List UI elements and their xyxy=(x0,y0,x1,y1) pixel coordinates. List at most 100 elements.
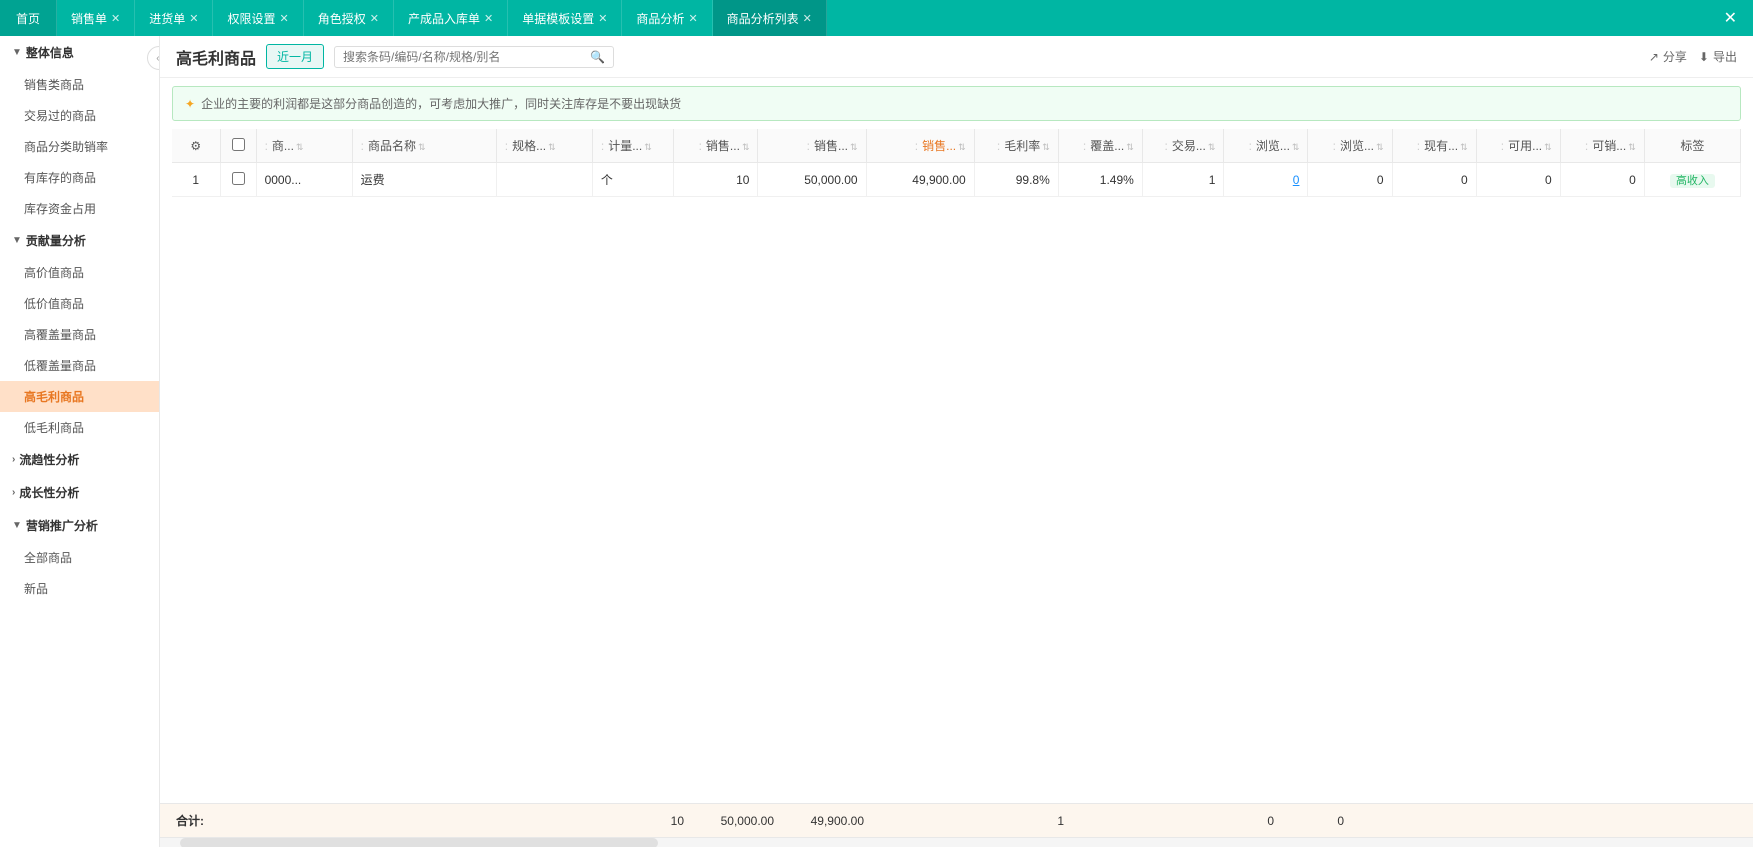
search-wrap: 🔍 xyxy=(334,46,614,68)
th-browse2[interactable]: :浏览...⇅ xyxy=(1308,129,1392,163)
th-spec[interactable]: :规格...⇅ xyxy=(496,129,592,163)
close-analysis-list-tab[interactable]: ✕ xyxy=(803,12,812,25)
arrow-overall-icon: ▼ xyxy=(12,47,22,58)
row-name: 运费 xyxy=(352,163,496,197)
sidebar-item-traded-goods[interactable]: 交易过的商品 xyxy=(0,100,159,131)
nav-item-roles[interactable]: 角色授权 ✕ xyxy=(304,0,394,36)
row-trade: 1 xyxy=(1142,163,1224,197)
table-header-row: ⚙ :商...⇅ :商品名称⇅ xyxy=(172,129,1741,163)
close-inbound-tab[interactable]: ✕ xyxy=(484,12,493,25)
arrow-marketing-icon: ▼ xyxy=(12,520,22,531)
data-table: ⚙ :商...⇅ :商品名称⇅ xyxy=(172,129,1741,197)
row-spec xyxy=(496,163,592,197)
row-cost-amt: 49,900.00 xyxy=(866,163,974,197)
search-icon[interactable]: 🔍 xyxy=(590,50,605,64)
th-stock1[interactable]: :现有...⇅ xyxy=(1392,129,1476,163)
row-qty: 10 xyxy=(674,163,758,197)
info-icon: ✦ xyxy=(185,97,195,111)
top-nav: 首页 销售单 ✕ 进货单 ✕ 权限设置 ✕ 角色授权 ✕ 产成品入库单 ✕ 单据… xyxy=(0,0,1753,36)
row-code: 0000... xyxy=(256,163,352,197)
th-stock2[interactable]: :可用...⇅ xyxy=(1476,129,1560,163)
sidebar-section-flow[interactable]: › 流趋性分析 xyxy=(0,443,159,476)
row-check[interactable] xyxy=(220,163,256,197)
sidebar-item-sales-goods[interactable]: 销售类商品 xyxy=(0,69,159,100)
share-button[interactable]: ↗ 分享 xyxy=(1649,48,1687,65)
th-name[interactable]: :商品名称⇅ xyxy=(352,129,496,163)
row-unit: 个 xyxy=(592,163,674,197)
row-cover: 1.49% xyxy=(1058,163,1142,197)
row-num: 1 xyxy=(172,163,220,197)
nav-item-permissions[interactable]: 权限设置 ✕ xyxy=(213,0,303,36)
export-button[interactable]: ⬇ 导出 xyxy=(1699,48,1737,65)
sidebar-section-marketing[interactable]: ▼ 营销推广分析 xyxy=(0,509,159,542)
sidebar-section-growth[interactable]: › 成长性分析 xyxy=(0,476,159,509)
sidebar-section-contribution[interactable]: ▼ 贡献量分析 xyxy=(0,224,159,257)
page-title: 高毛利商品 xyxy=(176,45,256,69)
filter-recent-month-button[interactable]: 近一月 xyxy=(266,44,324,69)
th-cost-amt[interactable]: :销售...⇅ xyxy=(866,129,974,163)
sidebar-section-overall[interactable]: ▼ 整体信息 xyxy=(0,36,159,69)
arrow-flow-icon: › xyxy=(12,454,15,465)
close-analysis-tab[interactable]: ✕ xyxy=(688,12,697,25)
close-template-tab[interactable]: ✕ xyxy=(598,12,607,25)
th-cover[interactable]: :覆盖...⇅ xyxy=(1058,129,1142,163)
settings-icon[interactable]: ⚙ xyxy=(190,139,201,153)
sidebar-item-low-coverage[interactable]: 低覆盖量商品 xyxy=(0,350,159,381)
sidebar-item-low-margin[interactable]: 低毛利商品 xyxy=(0,412,159,443)
export-icon: ⬇ xyxy=(1699,50,1709,64)
nav-item-sales[interactable]: 销售单 ✕ xyxy=(57,0,135,36)
sidebar-item-low-value[interactable]: 低价值商品 xyxy=(0,288,159,319)
nav-item-analysis[interactable]: 商品分析 ✕ xyxy=(622,0,712,36)
arrow-contribution-icon: ▼ xyxy=(12,235,22,246)
content-area: 高毛利商品 近一月 🔍 ↗ 分享 ⬇ 导出 xyxy=(160,36,1753,847)
info-banner: ✦ 企业的主要的利润都是这部分商品创造的，可考虑加大推广，同时关注库存是不要出现… xyxy=(172,86,1741,121)
footer-sales-amt: 50,000.00 xyxy=(692,814,782,828)
close-permissions-tab[interactable]: ✕ xyxy=(280,12,289,25)
sidebar-item-high-value[interactable]: 高价值商品 xyxy=(0,257,159,288)
sidebar-item-high-margin[interactable]: 高毛利商品 xyxy=(0,381,159,412)
search-input[interactable] xyxy=(343,50,590,64)
th-sales-amt[interactable]: :销售...⇅ xyxy=(758,129,866,163)
nav-item-home[interactable]: 首页 xyxy=(0,0,57,36)
nav-item-template[interactable]: 单据模板设置 ✕ xyxy=(508,0,622,36)
row-stock3: 0 xyxy=(1560,163,1644,197)
header-right-buttons: ↗ 分享 ⬇ 导出 xyxy=(1649,48,1737,65)
footer-stock2: 0 xyxy=(1282,814,1352,828)
nav-item-inbound[interactable]: 产成品入库单 ✕ xyxy=(394,0,508,36)
sidebar-item-category-rate[interactable]: 商品分类助销率 xyxy=(0,131,159,162)
row-stock1: 0 xyxy=(1392,163,1476,197)
th-tag: 标签 xyxy=(1644,129,1740,163)
sidebar-item-stock-capital[interactable]: 库存资金占用 xyxy=(0,193,159,224)
row-checkbox[interactable] xyxy=(232,172,245,185)
close-sales-tab[interactable]: ✕ xyxy=(111,12,120,25)
th-stock3[interactable]: :可销...⇅ xyxy=(1560,129,1644,163)
th-check[interactable] xyxy=(220,129,256,163)
close-roles-tab[interactable]: ✕ xyxy=(370,12,379,25)
table-wrap: ⚙ :商...⇅ :商品名称⇅ xyxy=(160,129,1753,803)
footer-cost-amt: 49,900.00 xyxy=(782,814,872,828)
th-qty[interactable]: :销售...⇅ xyxy=(674,129,758,163)
footer-qty: 10 xyxy=(622,814,692,828)
sidebar-item-in-stock[interactable]: 有库存的商品 xyxy=(0,162,159,193)
share-icon: ↗ xyxy=(1649,50,1659,64)
th-code[interactable]: :商...⇅ xyxy=(256,129,352,163)
footer-stock1: 0 xyxy=(1212,814,1282,828)
bottom-scrollbar[interactable] xyxy=(160,837,1753,847)
arrow-growth-icon: › xyxy=(12,487,15,498)
nav-item-purchase[interactable]: 进货单 ✕ xyxy=(135,0,213,36)
close-purchase-tab[interactable]: ✕ xyxy=(189,12,198,25)
sidebar-item-high-coverage[interactable]: 高覆盖量商品 xyxy=(0,319,159,350)
th-browse1[interactable]: :浏览...⇅ xyxy=(1224,129,1308,163)
row-tag: 高收入 xyxy=(1644,163,1740,197)
th-trade[interactable]: :交易...⇅ xyxy=(1142,129,1224,163)
nav-item-analysis-list[interactable]: 商品分析列表 ✕ xyxy=(713,0,827,36)
row-sales-amt: 50,000.00 xyxy=(758,163,866,197)
select-all-checkbox[interactable] xyxy=(232,138,245,151)
sidebar-item-all-goods[interactable]: 全部商品 xyxy=(0,542,159,573)
window-close-button[interactable]: ✕ xyxy=(1708,8,1753,28)
sidebar-item-new-goods[interactable]: 新品 xyxy=(0,573,159,604)
row-browse1[interactable]: 0 xyxy=(1224,163,1308,197)
th-margin[interactable]: :毛利率⇅ xyxy=(974,129,1058,163)
th-unit[interactable]: :计量...⇅ xyxy=(592,129,674,163)
sidebar: « ▼ 整体信息 销售类商品 交易过的商品 商品分类助销率 有库存的商品 库存资… xyxy=(0,36,160,847)
